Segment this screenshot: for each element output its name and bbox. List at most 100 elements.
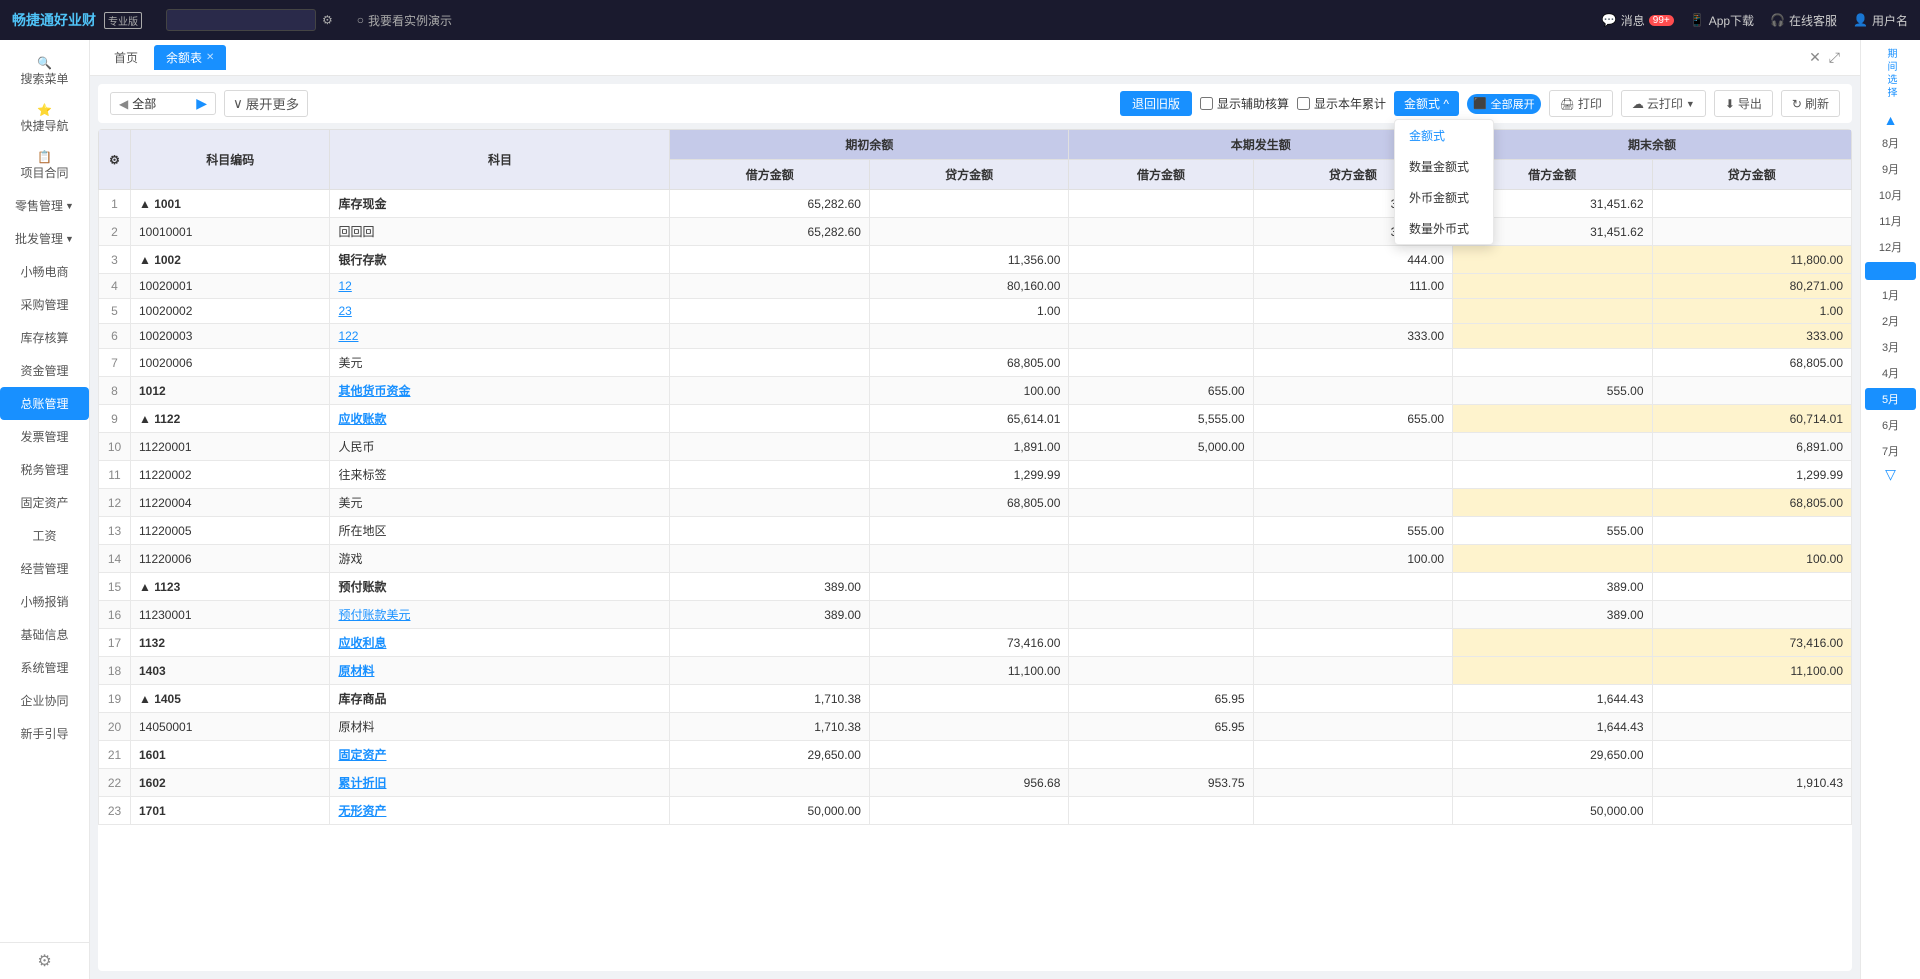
window-close-icon[interactable]: ✕ (1809, 49, 1821, 66)
tab-close-icon[interactable]: ✕ (206, 52, 214, 63)
dropdown-item-quantity-foreign[interactable]: 数量外币式 (1395, 213, 1493, 244)
sidebar-item-retail[interactable]: 零售管理▼ (0, 189, 89, 222)
row-value (1453, 769, 1652, 797)
show-auxiliary-checkbox[interactable] (1200, 97, 1213, 110)
demo-link[interactable]: 我要看实例演示 (368, 12, 452, 29)
row-value: 1,299.99 (869, 461, 1068, 489)
row-value (1253, 489, 1452, 517)
row-name[interactable]: 累计折旧 (330, 769, 670, 797)
sidebar-item-invoice[interactable]: 发票管理 (0, 420, 89, 453)
sidebar-item-system[interactable]: 系统管理 (0, 651, 89, 684)
message-badge: 99+ (1649, 15, 1674, 26)
period-2[interactable]: 2月 (1865, 310, 1916, 332)
export-btn[interactable]: ⬇ 导出 (1714, 90, 1773, 117)
row-name[interactable]: 12 (330, 274, 670, 299)
sidebar-item-search[interactable]: 🔍搜索菜单 (0, 48, 89, 95)
service-btn[interactable]: 🎧 在线客服 (1770, 12, 1837, 29)
period-8[interactable]: 8月 (1865, 132, 1916, 154)
view-mode-btn[interactable]: 金额式 ^ (1394, 91, 1459, 116)
header-search-input[interactable] (166, 9, 316, 31)
row-value (1069, 246, 1253, 274)
row-name[interactable]: 其他货币资金 (330, 377, 670, 405)
period-6[interactable]: 6月 (1865, 414, 1916, 436)
row-value (1069, 797, 1253, 825)
sidebar-item-inventory[interactable]: 库存核算 (0, 321, 89, 354)
row-name[interactable]: 固定资产 (330, 741, 670, 769)
sidebar-item-expense[interactable]: 小畅报销 (0, 585, 89, 618)
sidebar-item-ecommerce[interactable]: 小畅电商 (0, 255, 89, 288)
row-code: ▲ 1002 (131, 246, 330, 274)
table-settings-icon[interactable]: ⚙ (109, 153, 120, 167)
cloud-print-btn[interactable]: ☁ 云打印 ▼ (1621, 90, 1706, 117)
sidebar-item-project[interactable]: 📋项目合同 (0, 142, 89, 189)
sidebar-item-tax[interactable]: 税务管理 (0, 453, 89, 486)
row-value (869, 190, 1068, 218)
expand-all-toggle[interactable]: ⬛ 全部展开 (1467, 94, 1541, 114)
row-name[interactable]: 应收利息 (330, 629, 670, 657)
window-expand-icon[interactable]: ⤢ (1829, 49, 1840, 66)
period-4[interactable]: 4月 (1865, 362, 1916, 384)
expand-more-btn[interactable]: ∨ 展开更多 (224, 90, 308, 117)
row-name[interactable]: 23 (330, 299, 670, 324)
row-no: 8 (99, 377, 131, 405)
table-row: 221602累计折旧956.68953.751,910.43 (99, 769, 1852, 797)
sidebar-item-basics[interactable]: 基础信息 (0, 618, 89, 651)
refresh-btn[interactable]: ↻ 刷新 (1781, 90, 1840, 117)
row-name[interactable]: 原材料 (330, 657, 670, 685)
sidebar-item-collab[interactable]: 企业协同 (0, 684, 89, 717)
period-9[interactable]: 9月 (1865, 158, 1916, 180)
period-down-arrow[interactable]: ▽ (1885, 466, 1896, 483)
row-value (1253, 377, 1452, 405)
tab-balance[interactable]: 余额表 ✕ (154, 45, 226, 70)
row-name[interactable]: 应收账款 (330, 405, 670, 433)
period-5[interactable]: 5月 (1865, 388, 1916, 410)
period-11[interactable]: 11月 (1865, 210, 1916, 232)
print-btn[interactable]: 🖨 打印 (1549, 90, 1613, 117)
row-code: 10020001 (131, 274, 330, 299)
tab-home[interactable]: 首页 (102, 45, 150, 70)
row-value: 1,710.38 (670, 713, 869, 741)
settings-icon[interactable]: ⚙ (37, 951, 51, 971)
sidebar-item-payroll[interactable]: 工资 (0, 519, 89, 552)
back-icon[interactable]: ◀ (119, 97, 128, 111)
dropdown-item-quantity-amount[interactable]: 数量金额式 (1395, 151, 1493, 182)
user-btn[interactable]: 👤 用户名 (1853, 12, 1908, 29)
period-1[interactable]: 1月 (1865, 284, 1916, 306)
dropdown-item-foreign-amount[interactable]: 外币金额式 (1395, 182, 1493, 213)
row-value: 1,299.99 (1652, 461, 1852, 489)
sidebar-item-nav[interactable]: ⭐快捷导航 (0, 95, 89, 142)
content-area: 首页 余额表 ✕ ✕ ⤢ ◀ 全部 ▶ ∨ 展开更 (90, 40, 1860, 979)
sidebar-item-capital[interactable]: 资金管理 (0, 354, 89, 387)
period-3[interactable]: 3月 (1865, 336, 1916, 358)
row-name[interactable]: 预付账款美元 (330, 601, 670, 629)
sidebar-item-wholesale[interactable]: 批发管理▼ (0, 222, 89, 255)
return-old-btn[interactable]: 退回旧版 (1120, 91, 1192, 116)
row-value: 60,714.01 (1652, 405, 1852, 433)
row-name: 美元 (330, 489, 670, 517)
row-name[interactable]: 122 (330, 324, 670, 349)
sidebar-item-purchase[interactable]: 采购管理 (0, 288, 89, 321)
gear-icon[interactable]: ⚙ (322, 13, 333, 27)
message-btn[interactable]: 💬 消息 99+ (1602, 12, 1674, 29)
table-row: 211601固定资产29,650.0029,650.00 (99, 741, 1852, 769)
period-up-arrow[interactable]: ▲ (1884, 112, 1898, 128)
period-2023[interactable]: 2023 (1865, 262, 1916, 280)
sidebar-item-ledger[interactable]: 总账管理 (0, 387, 89, 420)
download-btn[interactable]: 📱 App下载 (1690, 12, 1754, 29)
row-value (869, 797, 1068, 825)
chevron-down-icon2: ▼ (65, 234, 74, 244)
dropdown-item-amount[interactable]: 金额式 (1395, 120, 1493, 151)
period-12[interactable]: 12月 (1865, 236, 1916, 258)
sidebar-item-assets[interactable]: 固定资产 (0, 486, 89, 519)
row-no: 7 (99, 349, 131, 377)
sidebar-item-management[interactable]: 经营管理 (0, 552, 89, 585)
show-annual-checkbox[interactable] (1297, 97, 1310, 110)
row-value (1253, 349, 1452, 377)
sidebar-item-guide[interactable]: 新手引导 (0, 717, 89, 750)
row-name[interactable]: 无形资产 (330, 797, 670, 825)
view-mode-label: 金额式 ^ (1404, 95, 1449, 112)
forward-icon[interactable]: ▶ (196, 95, 207, 112)
period-10[interactable]: 10月 (1865, 184, 1916, 206)
period-7[interactable]: 7月 (1865, 440, 1916, 462)
row-value: 100.00 (1652, 545, 1852, 573)
